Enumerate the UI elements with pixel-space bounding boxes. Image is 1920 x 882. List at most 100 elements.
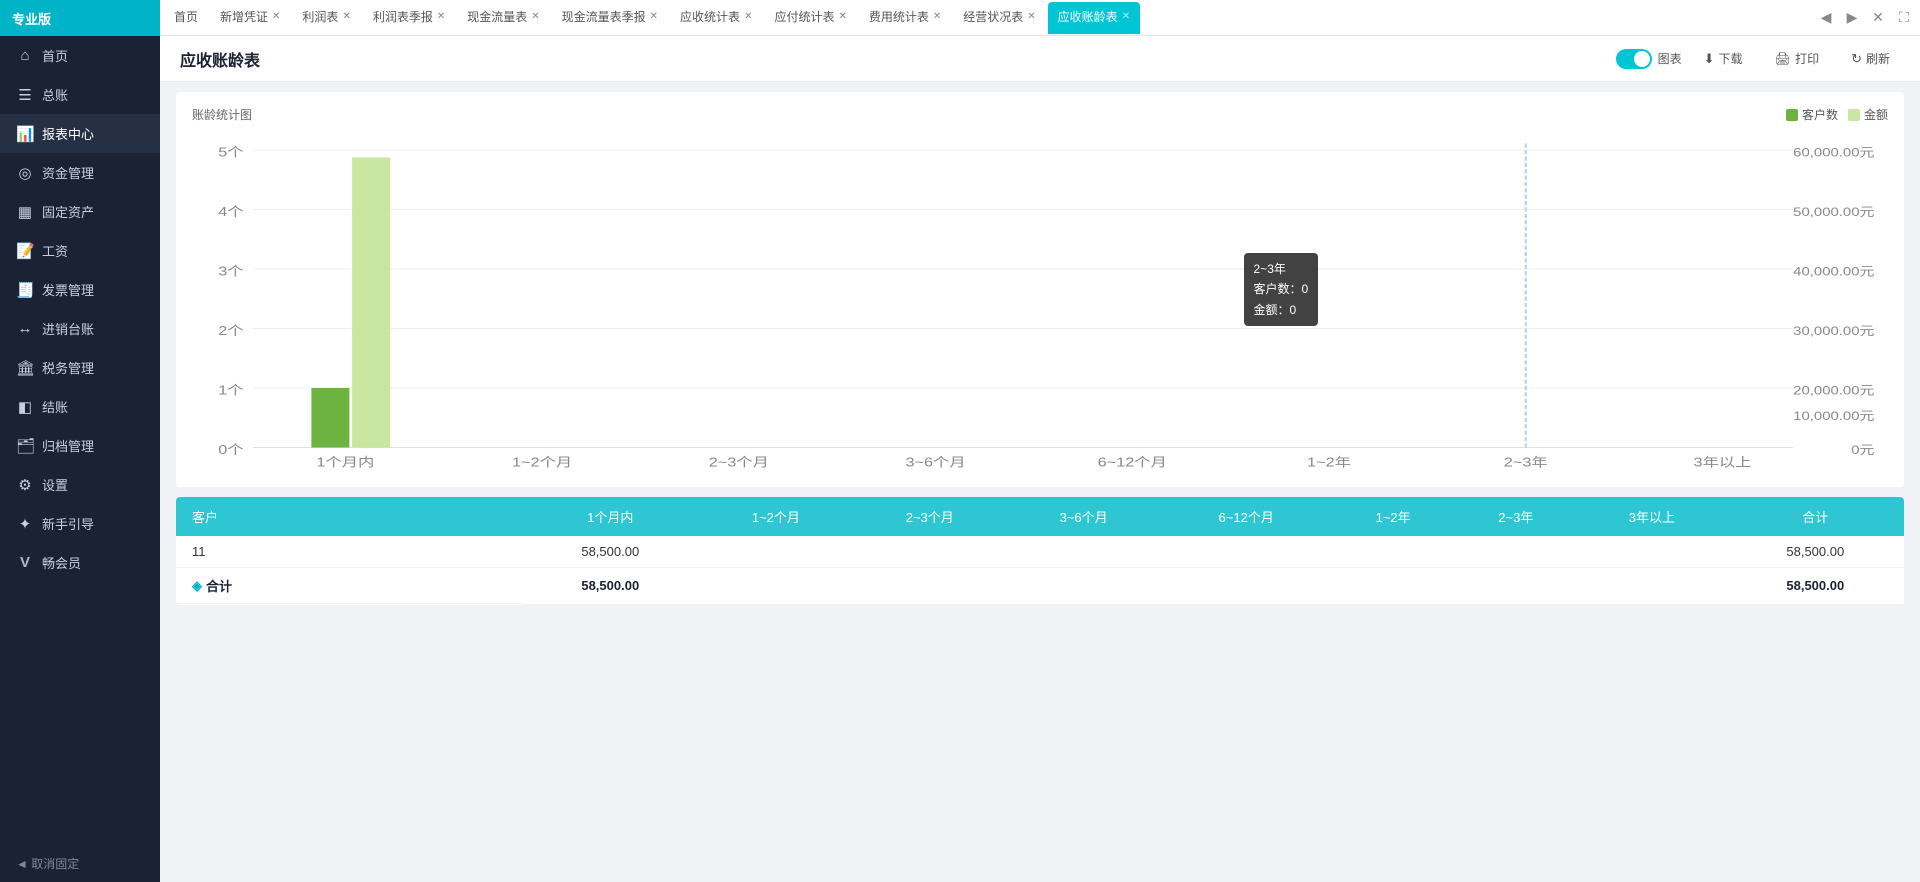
total-m36 bbox=[1007, 568, 1161, 605]
archive-icon: 🗂 bbox=[16, 437, 34, 455]
legend-customers-dot bbox=[1786, 109, 1798, 121]
tab-cashflow-quarterly[interactable]: 现金流量表季报 ✕ bbox=[552, 2, 668, 34]
sidebar-item-label: 总账 bbox=[42, 85, 68, 104]
chart-legend: 客户数 金额 bbox=[1786, 106, 1888, 123]
tab-profit-quarterly[interactable]: 利润表季报 ✕ bbox=[363, 2, 455, 34]
chart-area: 5个 4个 3个 2个 1个 0个 60,000.00元 50,000.00元 … bbox=[192, 133, 1888, 473]
tab-close-icon[interactable]: ✕ bbox=[650, 11, 658, 22]
tab-close-icon[interactable]: ✕ bbox=[531, 11, 539, 22]
col-m12: 1~2个月 bbox=[699, 497, 853, 536]
sidebar-item-purchase[interactable]: ↔ 进销台账 bbox=[0, 309, 160, 348]
sidebar-item-invoice[interactable]: 🧾 发票管理 bbox=[0, 270, 160, 309]
svg-text:20,000.00元: 20,000.00元 bbox=[1793, 384, 1874, 397]
refresh-button[interactable]: ↻ 刷新 bbox=[1841, 46, 1900, 71]
tab-ap-stats[interactable]: 应付统计表 ✕ bbox=[764, 2, 856, 34]
total-y12 bbox=[1332, 568, 1455, 605]
tab-close-icon[interactable]: ✕ bbox=[342, 11, 350, 22]
sidebar-item-closing[interactable]: ◧ 结账 bbox=[0, 387, 160, 426]
cell-m1: 58,500.00 bbox=[522, 536, 699, 568]
col-m36: 3~6个月 bbox=[1007, 497, 1161, 536]
tab-close-icon[interactable]: ✕ bbox=[437, 11, 445, 22]
tab-voucher[interactable]: 新增凭证 ✕ bbox=[210, 2, 290, 34]
tab-home[interactable]: 首页 bbox=[164, 2, 208, 34]
sidebar: 专业版 ⌂ 首页 ☰ 总账 📊 报表中心 ◎ 资金管理 ▦ 固定资产 📝 工资 … bbox=[0, 0, 160, 882]
sidebar-item-reports[interactable]: 📊 报表中心 bbox=[0, 114, 160, 153]
sidebar-item-salary[interactable]: 📝 工资 bbox=[0, 231, 160, 270]
svg-text:10,000.00元: 10,000.00元 bbox=[1793, 409, 1874, 422]
sidebar-item-label: 报表中心 bbox=[42, 124, 94, 143]
legend-amount-label: 金额 bbox=[1864, 106, 1888, 123]
tab-expand-btn[interactable]: ⛶ bbox=[1892, 6, 1916, 30]
tab-prev-btn[interactable]: ◀ bbox=[1814, 6, 1838, 30]
cell-m12 bbox=[699, 536, 853, 568]
sidebar-item-home[interactable]: ⌂ 首页 bbox=[0, 36, 160, 75]
chart-toggle-wrap: 图表 bbox=[1616, 49, 1682, 69]
legend-amount: 金额 bbox=[1848, 106, 1888, 123]
svg-text:5个: 5个 bbox=[218, 145, 244, 160]
tax-icon: 🏛 bbox=[16, 359, 34, 377]
chart-title: 账龄统计图 bbox=[192, 106, 1888, 123]
tab-next-btn[interactable]: ▶ bbox=[1840, 6, 1864, 30]
guide-icon: ✦ bbox=[16, 515, 34, 533]
home-icon: ⌂ bbox=[16, 47, 34, 64]
bar-customers-1 bbox=[311, 388, 349, 448]
tab-close-icon[interactable]: ✕ bbox=[933, 11, 941, 22]
svg-text:1~2年: 1~2年 bbox=[1307, 455, 1351, 470]
page-header: 应收账龄表 图表 ⬇ 下载 🖨 打印 ↻ 刷新 bbox=[160, 36, 1920, 82]
bar-amount-1 bbox=[352, 157, 390, 447]
cell-y3plus bbox=[1577, 536, 1726, 568]
tab-operations[interactable]: 经营状况表 ✕ bbox=[953, 2, 1045, 34]
sidebar-item-ledger[interactable]: ☰ 总账 bbox=[0, 75, 160, 114]
chart-toggle-label: 图表 bbox=[1658, 50, 1682, 67]
tab-cashflow[interactable]: 现金流量表 ✕ bbox=[457, 2, 549, 34]
svg-text:6~12个月: 6~12个月 bbox=[1098, 455, 1167, 470]
sidebar-item-vip[interactable]: V 畅会员 bbox=[0, 543, 160, 582]
sidebar-item-funds[interactable]: ◎ 资金管理 bbox=[0, 153, 160, 192]
ledger-icon: ☰ bbox=[16, 86, 34, 104]
tab-close-icon[interactable]: ✕ bbox=[744, 11, 752, 22]
svg-text:1个月内: 1个月内 bbox=[316, 455, 374, 470]
svg-text:50,000.00元: 50,000.00元 bbox=[1793, 205, 1874, 218]
legend-amount-dot bbox=[1848, 109, 1860, 121]
total-row: ◈ 合计 58,500.00 58,500.00 bbox=[176, 568, 1904, 605]
sidebar-item-guide[interactable]: ✦ 新手引导 bbox=[0, 504, 160, 543]
table-row: 11 58,500.00 58,500.00 bbox=[176, 536, 1904, 568]
svg-text:2~3个月: 2~3个月 bbox=[709, 455, 769, 470]
tab-ar-aging[interactable]: 应收账龄表 ✕ bbox=[1048, 2, 1140, 34]
tab-ar-stats[interactable]: 应收统计表 ✕ bbox=[670, 2, 762, 34]
svg-text:3~6个月: 3~6个月 bbox=[905, 455, 965, 470]
svg-text:1个: 1个 bbox=[218, 383, 244, 398]
tab-expense[interactable]: 费用统计表 ✕ bbox=[859, 2, 951, 34]
col-total: 合计 bbox=[1727, 497, 1904, 536]
chart-toggle[interactable] bbox=[1616, 49, 1652, 69]
tab-close-icon[interactable]: ✕ bbox=[1027, 11, 1035, 22]
svg-text:40,000.00元: 40,000.00元 bbox=[1793, 265, 1874, 278]
total-m12 bbox=[699, 568, 853, 605]
download-button[interactable]: ⬇ 下载 bbox=[1694, 46, 1753, 71]
main-area: 首页 新增凭证 ✕ 利润表 ✕ 利润表季报 ✕ 现金流量表 ✕ 现金流量表季报 … bbox=[160, 0, 1920, 882]
cell-m36 bbox=[1007, 536, 1161, 568]
reports-icon: 📊 bbox=[16, 125, 34, 143]
cell-y12 bbox=[1332, 536, 1455, 568]
settings-icon: ⚙ bbox=[16, 476, 34, 494]
tab-profit[interactable]: 利润表 ✕ bbox=[292, 2, 360, 34]
sidebar-item-label: 固定资产 bbox=[42, 202, 94, 221]
tab-close-icon[interactable]: ✕ bbox=[272, 11, 280, 22]
cell-m23 bbox=[853, 536, 1007, 568]
print-button[interactable]: 🖨 打印 bbox=[1765, 46, 1830, 71]
svg-text:0元: 0元 bbox=[1851, 443, 1874, 456]
tab-close-icon[interactable]: ✕ bbox=[1122, 11, 1130, 22]
sidebar-item-archive[interactable]: 🗂 归档管理 bbox=[0, 426, 160, 465]
salary-icon: 📝 bbox=[16, 242, 34, 260]
sidebar-item-label: 结账 bbox=[42, 397, 68, 416]
page-title: 应收账龄表 bbox=[180, 47, 260, 71]
sidebar-item-tax[interactable]: 🏛 税务管理 bbox=[0, 348, 160, 387]
svg-text:2个: 2个 bbox=[218, 324, 244, 339]
sidebar-collapse-btn[interactable]: ◄ 取消固定 bbox=[0, 845, 160, 882]
tab-close-icon[interactable]: ✕ bbox=[838, 11, 846, 22]
app-logo: 专业版 bbox=[0, 0, 160, 36]
sidebar-item-settings[interactable]: ⚙ 设置 bbox=[0, 465, 160, 504]
tab-close-all-btn[interactable]: ✕ bbox=[1866, 6, 1890, 30]
sidebar-item-assets[interactable]: ▦ 固定资产 bbox=[0, 192, 160, 231]
invoice-icon: 🧾 bbox=[16, 281, 34, 299]
